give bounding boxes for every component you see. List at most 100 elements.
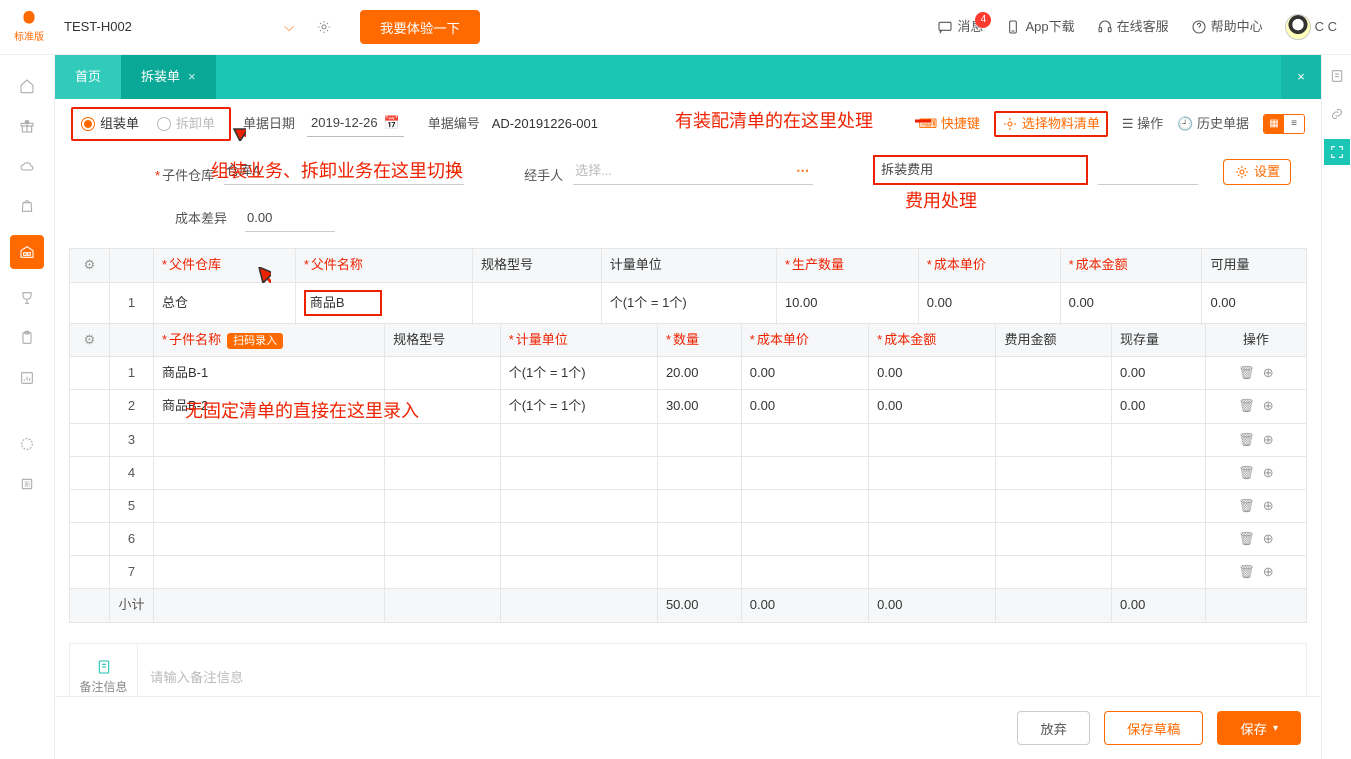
- note-icon: [96, 659, 112, 675]
- more-icon[interactable]: ⋯: [447, 162, 462, 180]
- discard-button[interactable]: 放弃: [1017, 711, 1090, 745]
- col-child-stock: 现存量: [1112, 323, 1206, 356]
- link-icon[interactable]: [1324, 101, 1350, 127]
- parent-name-cell[interactable]: 商品B: [304, 290, 382, 316]
- right-rail: [1321, 55, 1351, 759]
- fee-value[interactable]: [1098, 176, 1198, 185]
- table-row[interactable]: 6🗑⊕: [70, 523, 1307, 556]
- add-row-icon[interactable]: ⊕: [1263, 465, 1274, 480]
- tenant-selector[interactable]: TEST-H002⌵: [54, 9, 304, 45]
- scan-input-tag[interactable]: 扫码录入: [227, 333, 283, 349]
- shortcut-link[interactable]: ⌨ 快捷键: [918, 115, 979, 133]
- nav-cloud-icon[interactable]: [16, 155, 38, 177]
- table-row[interactable]: 2商品B-2个(1个 = 1个)30.000.000.000.00🗑⊕: [70, 390, 1307, 423]
- nav-clipboard-icon[interactable]: [16, 327, 38, 349]
- column-settings-button[interactable]: 设置: [1223, 159, 1291, 185]
- avatar: [1285, 14, 1311, 40]
- headset-icon: [1097, 19, 1113, 35]
- col-parent-wh: 父件仓库: [162, 257, 221, 272]
- col-child-unit: 计量单位: [509, 332, 568, 347]
- phone-icon: [1005, 19, 1021, 35]
- col-child-spec: 规格型号: [385, 323, 501, 356]
- add-row-icon[interactable]: ⊕: [1263, 531, 1274, 546]
- col-settings-icon[interactable]: ⚙: [70, 323, 110, 356]
- radio-assemble[interactable]: 组装单: [81, 115, 139, 133]
- nav-money-icon[interactable]: [16, 287, 38, 309]
- delete-icon[interactable]: 🗑: [1238, 531, 1255, 546]
- nav-home-icon[interactable]: [16, 75, 38, 97]
- col-unit: 计量单位: [601, 249, 776, 282]
- tabbar-close-all[interactable]: ×: [1281, 55, 1321, 99]
- remark-label: 备注信息: [70, 644, 138, 696]
- date-input[interactable]: 2019-12-26📅: [307, 111, 404, 136]
- col-child-fee: 费用金额: [996, 323, 1112, 356]
- delete-icon[interactable]: 🗑: [1238, 564, 1255, 579]
- doc-no-value: AD-20191226-001: [492, 115, 598, 133]
- nav-report-icon[interactable]: [16, 367, 38, 389]
- add-row-icon[interactable]: ⊕: [1263, 365, 1274, 380]
- remark-section: 备注信息: [69, 643, 1307, 696]
- messages-link[interactable]: 消息 4: [937, 18, 983, 36]
- delete-icon[interactable]: 🗑: [1238, 398, 1255, 413]
- fullscreen-icon[interactable]: [1324, 139, 1350, 165]
- try-button[interactable]: 我要体验一下: [360, 10, 480, 44]
- ops-link[interactable]: ☰ 操作: [1122, 115, 1163, 133]
- save-draft-button[interactable]: 保存草稿: [1104, 711, 1203, 745]
- nav-bag-icon[interactable]: [16, 195, 38, 217]
- tab-home[interactable]: 首页: [55, 55, 121, 99]
- nav-new-icon[interactable]: 新: [16, 473, 38, 495]
- list-view-icon[interactable]: ≡: [1284, 115, 1304, 133]
- col-qty: 生产数量: [785, 257, 844, 272]
- table-row[interactable]: 4🗑⊕: [70, 456, 1307, 489]
- remark-input[interactable]: [138, 644, 1306, 696]
- svg-text:新: 新: [24, 481, 30, 489]
- date-label: 单据日期: [243, 115, 295, 133]
- app-download-link[interactable]: App下载: [1005, 18, 1074, 36]
- table-row[interactable]: 3🗑⊕: [70, 423, 1307, 456]
- fee-input[interactable]: 拆装费用: [873, 155, 1088, 185]
- tab-current[interactable]: 拆装单×: [121, 55, 216, 99]
- col-avail: 可用量: [1202, 249, 1307, 282]
- user-menu[interactable]: C C: [1285, 14, 1337, 40]
- calendar-icon: 📅: [384, 114, 400, 132]
- col-settings-icon[interactable]: ⚙: [70, 249, 110, 282]
- save-button[interactable]: 保存: [1217, 711, 1301, 745]
- settings-icon[interactable]: [308, 11, 340, 43]
- delete-icon[interactable]: 🗑: [1238, 465, 1255, 480]
- online-service-link[interactable]: 在线客服: [1097, 18, 1169, 36]
- table-row[interactable]: 5🗑⊕: [70, 489, 1307, 522]
- nav-refresh-icon[interactable]: [16, 433, 38, 455]
- child-wh-label: 子件仓库: [155, 167, 214, 185]
- table-row[interactable]: 7🗑⊕: [70, 556, 1307, 589]
- delete-icon[interactable]: 🗑: [1238, 365, 1255, 380]
- col-child-name: 子件名称: [162, 332, 221, 347]
- col-child-price: 成本单价: [750, 332, 809, 347]
- add-row-icon[interactable]: ⊕: [1263, 398, 1274, 413]
- pick-bom-button[interactable]: 选择物料清单: [994, 111, 1108, 137]
- view-toggle[interactable]: ▦≡: [1263, 114, 1305, 134]
- nav-warehouse-icon[interactable]: [10, 235, 44, 269]
- child-wh-select[interactable]: 仓库A⋯: [224, 158, 464, 185]
- history-link[interactable]: 🕘 历史单据: [1177, 115, 1249, 133]
- help-center-link[interactable]: 帮助中心: [1191, 18, 1263, 36]
- delete-icon[interactable]: 🗑: [1238, 432, 1255, 447]
- add-row-icon[interactable]: ⊕: [1263, 432, 1274, 447]
- parent-table: ⚙ 父件仓库 父件名称 规格型号 计量单位 生产数量 成本单价 成本金额 可用量…: [69, 248, 1307, 323]
- main: 首页 拆装单× × 组装业务、拆卸业务在这里切换 有装配清单的在这里处理 费用处…: [55, 55, 1321, 759]
- more-icon[interactable]: ⋯: [796, 162, 811, 180]
- delete-icon[interactable]: 🗑: [1238, 498, 1255, 513]
- add-row-icon[interactable]: ⊕: [1263, 498, 1274, 513]
- table-row[interactable]: 1商品B-1个(1个 = 1个)20.000.000.000.00🗑⊕: [70, 357, 1307, 390]
- handler-select[interactable]: 选择...⋯: [573, 158, 813, 185]
- nav-gift-icon[interactable]: [16, 115, 38, 137]
- close-icon[interactable]: ×: [188, 68, 196, 86]
- topbar: 标准版 TEST-H002⌵ 我要体验一下 消息 4 App下载 在线客服 帮助…: [0, 0, 1351, 55]
- tabbar: 首页 拆装单× ×: [55, 55, 1321, 99]
- table-row[interactable]: 1 总仓 商品B 个(1个 = 1个) 10.00 0.00 0.00 0.00: [70, 282, 1307, 323]
- radio-disassemble[interactable]: 拆卸单: [157, 115, 215, 133]
- notes-icon[interactable]: [1324, 63, 1350, 89]
- col-price: 成本单价: [927, 257, 986, 272]
- grid-view-icon[interactable]: ▦: [1264, 115, 1284, 133]
- add-row-icon[interactable]: ⊕: [1263, 564, 1274, 579]
- cost-diff-value: 0.00: [245, 205, 335, 232]
